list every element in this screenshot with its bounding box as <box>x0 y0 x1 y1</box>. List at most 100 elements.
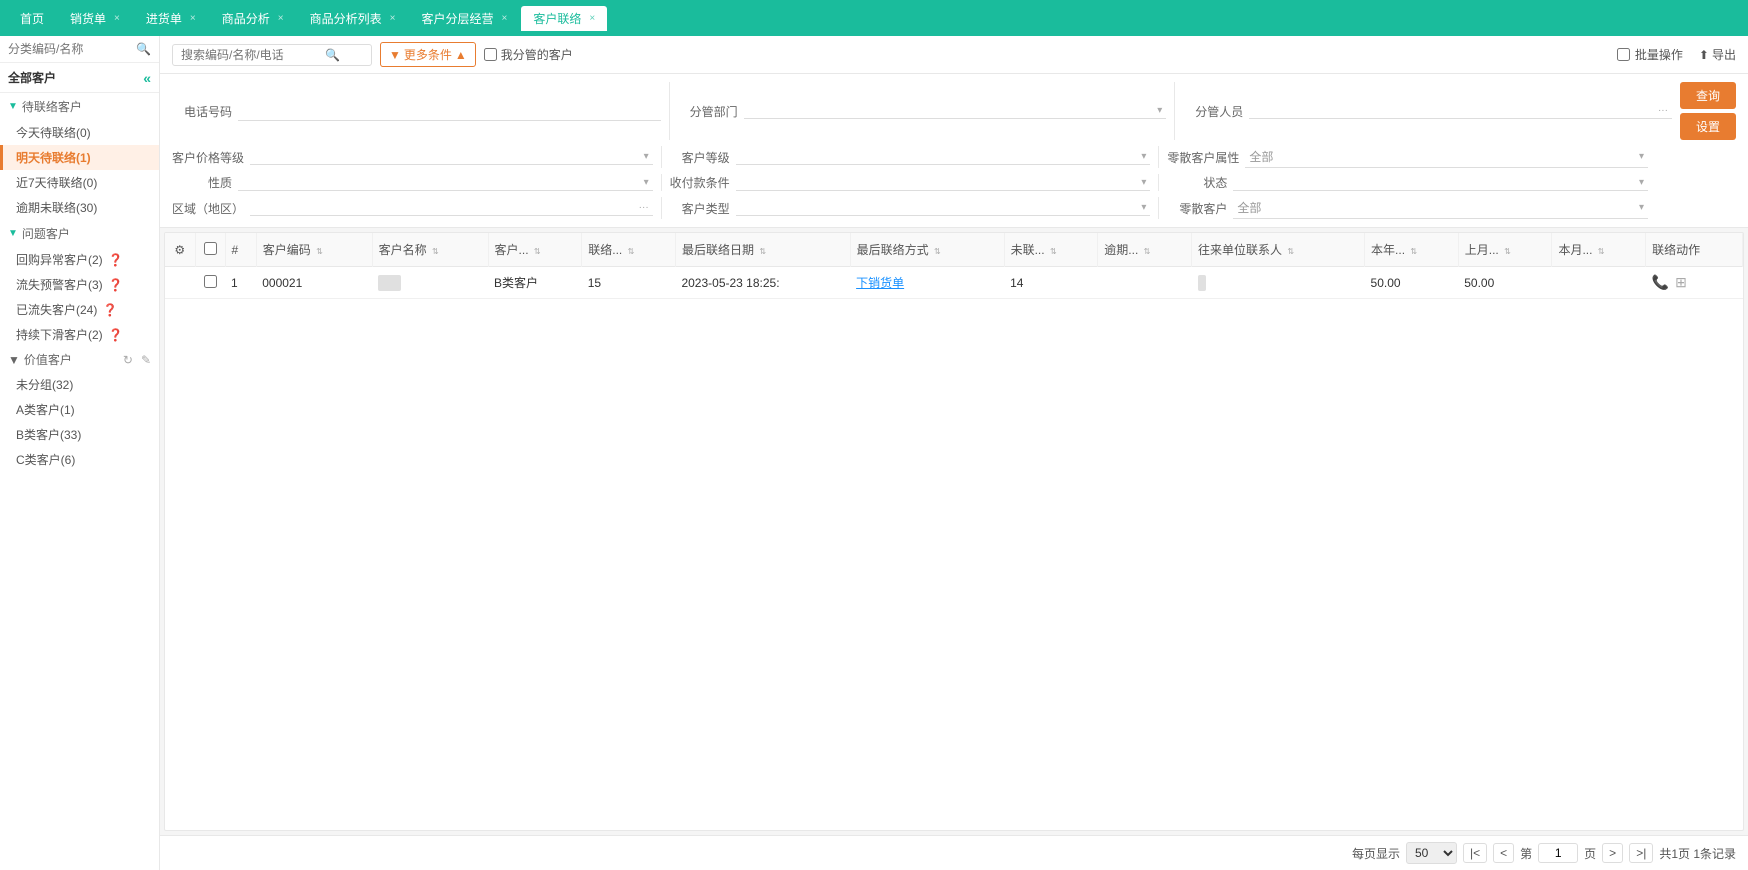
nav-sales[interactable]: 销货单 × <box>58 6 132 31</box>
not-contacted-column-header[interactable]: 未联... ⇅ <box>1004 233 1098 267</box>
customer-table-container: ⚙ # 客户编码 ⇅ 客户名称 ⇅ <box>164 232 1744 831</box>
sidebar-item-class-b[interactable]: B类客户(33) <box>0 422 159 447</box>
close-sales-icon[interactable]: × <box>114 13 120 24</box>
row-checkbox[interactable] <box>204 275 217 288</box>
sidebar-item-declining[interactable]: 持续下滑客户(2) ❓ <box>0 322 159 347</box>
region-label: 区域（地区） <box>172 200 244 217</box>
sidebar-item-tomorrow[interactable]: 明天待联络(1) <box>0 145 159 170</box>
code-column-header[interactable]: 客户编码 ⇅ <box>256 233 372 267</box>
unit-contact-column-header[interactable]: 往来单位联系人 ⇅ <box>1192 233 1365 267</box>
sidebar-item-today[interactable]: 今天待联络(0) <box>0 120 159 145</box>
help-icon-losing[interactable]: ❓ <box>108 278 123 292</box>
contact-column-header[interactable]: 联络... ⇅ <box>582 233 676 267</box>
nav-goods-analysis[interactable]: 商品分析 × <box>210 6 296 31</box>
search-icon[interactable]: 🔍 <box>325 48 340 62</box>
filter-row-4: 区域（地区） ··· 客户类型 ▾ 零散客户 <box>172 197 1736 219</box>
pending-arrow-icon: ▼ <box>8 101 18 112</box>
checkbox-column-header[interactable] <box>195 233 225 267</box>
close-goods-analysis-list-icon[interactable]: × <box>390 13 396 24</box>
search-box: 🔍 <box>172 44 372 66</box>
per-page-label: 每页显示 <box>1352 845 1400 862</box>
row-year-amount-cell: 50.00 <box>1365 267 1459 299</box>
last-contact-method-column-header[interactable]: 最后联络方式 ⇅ <box>850 233 1004 267</box>
export-button[interactable]: ⬆ 导出 <box>1699 46 1736 63</box>
person-select[interactable]: ··· <box>1249 103 1672 119</box>
prev-page-button[interactable]: < <box>1493 843 1514 863</box>
overdue-column-header[interactable]: 逾期... ⇅ <box>1098 233 1192 267</box>
name-column-header[interactable]: 客户名称 ⇅ <box>372 233 488 267</box>
this-month-column-header[interactable]: 本月... ⇅ <box>1552 233 1646 267</box>
phone-input[interactable] <box>238 102 661 121</box>
last-method-link[interactable]: 下销货单 <box>856 276 904 290</box>
year-amount-column-header[interactable]: 本年... ⇅ <box>1365 233 1459 267</box>
payment-select[interactable]: ▾ <box>736 175 1151 191</box>
search-input[interactable] <box>181 48 321 62</box>
region-select[interactable]: ··· <box>250 200 653 216</box>
my-customers-check[interactable] <box>484 48 497 61</box>
row-last-method-cell[interactable]: 下销货单 <box>850 267 1004 299</box>
select-all-checkbox[interactable] <box>204 242 217 255</box>
type-select[interactable]: ▾ <box>736 200 1151 216</box>
status-label: 状态 <box>1167 174 1227 191</box>
value-edit-icon[interactable]: ✎ <box>141 353 151 367</box>
price-select[interactable]: ▾ <box>250 149 653 165</box>
sidebar-item-week[interactable]: 近7天待联络(0) <box>0 170 159 195</box>
my-customers-checkbox[interactable]: 我分管的客户 <box>484 46 573 63</box>
nav-goods-analysis-list[interactable]: 商品分析列表 × <box>298 6 408 31</box>
person-more-icon: ··· <box>1658 105 1668 116</box>
retail2-chevron-icon: ▾ <box>1639 202 1644 213</box>
retail2-select[interactable]: 全部 ▾ <box>1233 197 1648 219</box>
help-icon-repurchase[interactable]: ❓ <box>108 253 123 267</box>
dept-select[interactable]: ▾ <box>744 103 1167 119</box>
last-contact-date-column-header[interactable]: 最后联络日期 ⇅ <box>675 233 850 267</box>
batch-op-button[interactable]: 批量操作 <box>1617 46 1683 63</box>
sidebar-item-lost[interactable]: 已流失客户(24) ❓ <box>0 297 159 322</box>
last-month-column-header[interactable]: 上月... ⇅ <box>1458 233 1552 267</box>
sidebar-item-class-a[interactable]: A类客户(1) <box>0 397 159 422</box>
status-select[interactable]: ▾ <box>1233 175 1648 191</box>
help-icon-lost[interactable]: ❓ <box>103 303 118 317</box>
more-action-icon[interactable]: ⊞ <box>1675 274 1687 291</box>
batch-op-check[interactable] <box>1617 48 1630 61</box>
phone-action-icon[interactable]: 📞 <box>1652 274 1669 291</box>
close-purchase-icon[interactable]: × <box>190 13 196 24</box>
last-method-sort-icon: ⇅ <box>934 247 941 256</box>
sidebar-item-class-c[interactable]: C类客户(6) <box>0 447 159 472</box>
retail-attr-select[interactable]: 全部 ▾ <box>1245 146 1648 168</box>
type-label: 客户类型 <box>670 200 730 217</box>
close-customer-contact-icon[interactable]: × <box>589 13 595 24</box>
query-button[interactable]: 查询 <box>1680 82 1736 109</box>
help-icon-declining[interactable]: ❓ <box>108 328 123 342</box>
next-page-button[interactable]: > <box>1602 843 1623 863</box>
row-last-date-cell: 2023-05-23 18:25: <box>675 267 850 299</box>
page-label: 第 <box>1520 845 1532 862</box>
close-goods-analysis-icon[interactable]: × <box>278 13 284 24</box>
nav-purchase[interactable]: 进货单 × <box>134 6 208 31</box>
row-checkbox-cell[interactable] <box>195 267 225 299</box>
collapse-icon[interactable]: « <box>143 70 151 86</box>
sidebar-search-icon[interactable]: 🔍 <box>136 42 151 56</box>
nav-home[interactable]: 首页 <box>8 6 56 31</box>
sidebar-search-input[interactable] <box>8 42 132 56</box>
sidebar-item-repurchase[interactable]: 回购异常客户(2) ❓ <box>0 247 159 272</box>
sidebar-item-losing[interactable]: 流失预警客户(3) ❓ <box>0 272 159 297</box>
row-name-cell[interactable]: Ea <box>372 267 488 299</box>
all-customers-header[interactable]: 全部客户 « <box>0 63 159 93</box>
set-button[interactable]: 设置 <box>1680 113 1736 140</box>
type-column-header[interactable]: 客户... ⇅ <box>488 233 582 267</box>
more-conditions-button[interactable]: ▼ 更多条件 ▲ <box>380 42 476 67</box>
nature-select[interactable]: ▾ <box>238 175 653 191</box>
last-page-button[interactable]: >| <box>1629 843 1653 863</box>
per-page-select[interactable]: 50 20 100 <box>1406 842 1457 864</box>
settings-column-header[interactable]: ⚙ <box>165 233 195 267</box>
sidebar-item-ungrouped[interactable]: 未分组(32) <box>0 372 159 397</box>
nav-customer-contact[interactable]: 客户联络 × <box>521 6 607 31</box>
nav-customer-tier[interactable]: 客户分层经营 × <box>409 6 519 31</box>
first-page-button[interactable]: |< <box>1463 843 1487 863</box>
level-select[interactable]: ▾ <box>736 149 1151 165</box>
value-refresh-icon[interactable]: ↻ <box>123 353 133 367</box>
page-number-input[interactable] <box>1538 843 1578 863</box>
close-customer-tier-icon[interactable]: × <box>501 13 507 24</box>
region-field: 区域（地区） ··· <box>172 200 653 217</box>
sidebar-item-overdue[interactable]: 逾期未联络(30) <box>0 195 159 220</box>
